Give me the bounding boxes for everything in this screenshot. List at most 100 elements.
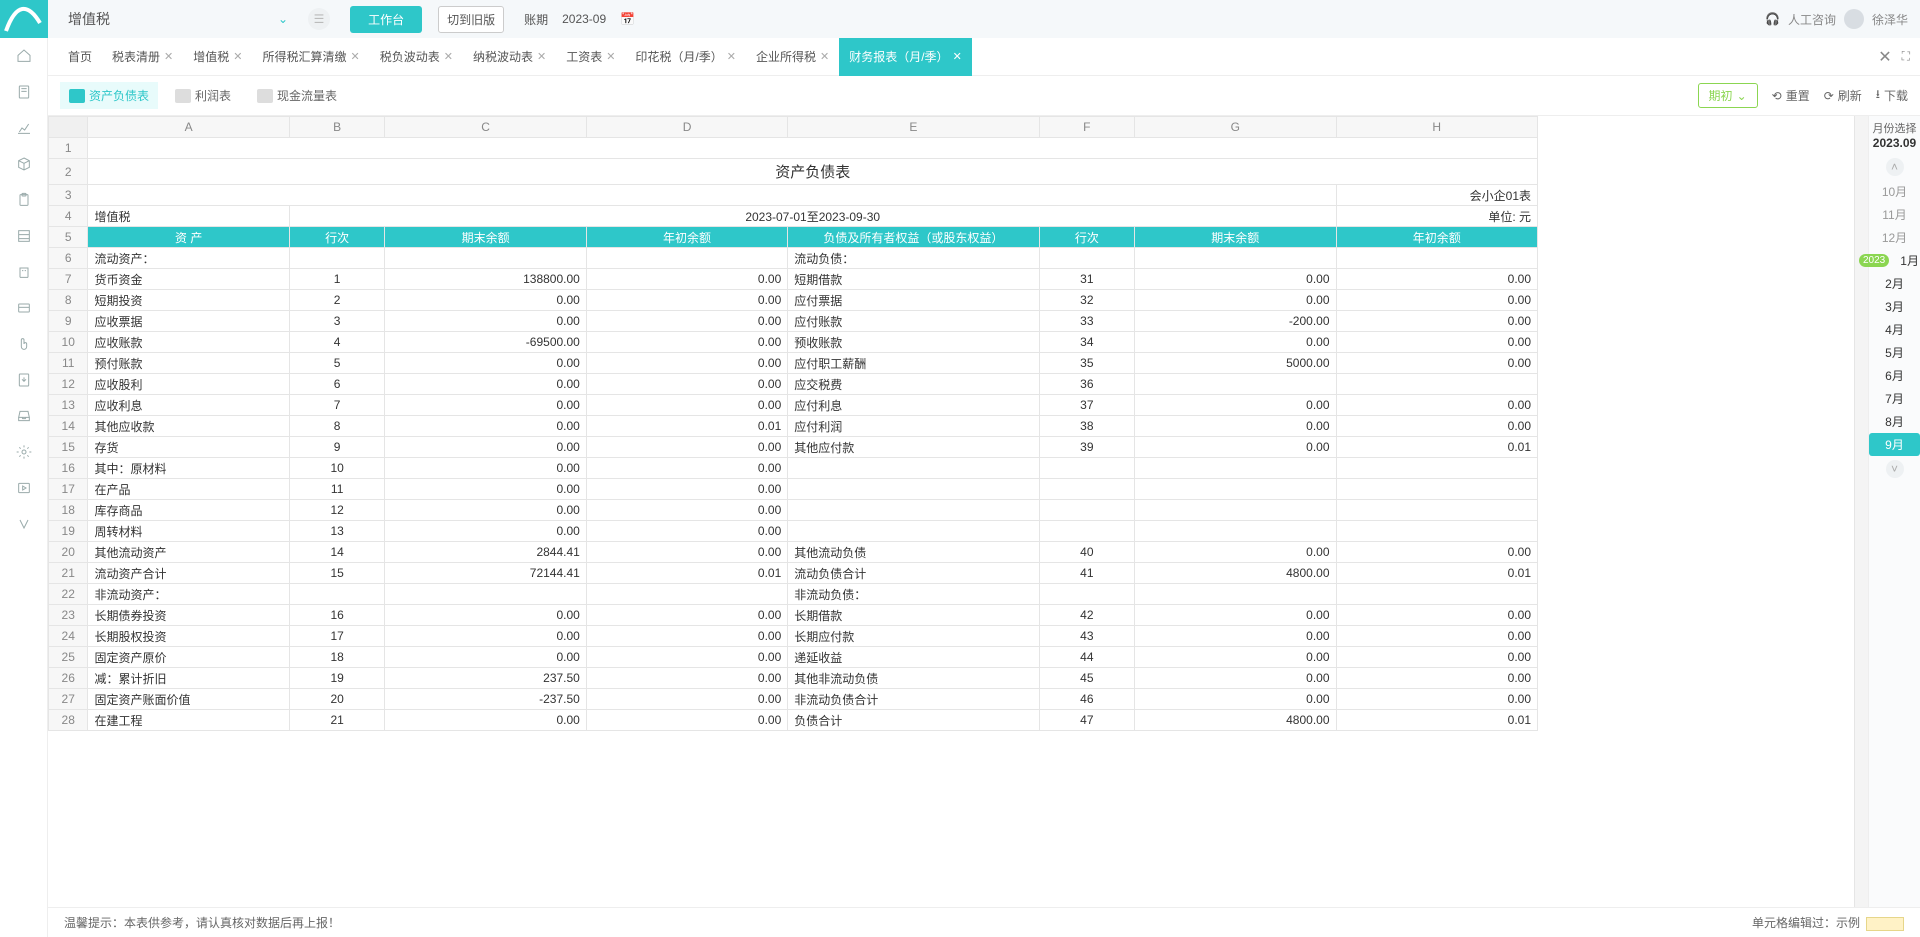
cell[interactable]: 1 bbox=[289, 269, 385, 290]
cell[interactable]: 非流动负债合计 bbox=[788, 689, 1039, 710]
month-option[interactable]: 7月 bbox=[1885, 387, 1904, 410]
cell[interactable]: 负债合计 bbox=[788, 710, 1039, 731]
col-header[interactable]: D bbox=[586, 117, 787, 138]
cell[interactable]: 4800.00 bbox=[1135, 563, 1336, 584]
cell[interactable]: 增值税 bbox=[88, 206, 289, 227]
tab-首页[interactable]: 首页 bbox=[58, 38, 102, 76]
month-option[interactable]: 5月 bbox=[1885, 341, 1904, 364]
cell[interactable]: 应交税费 bbox=[788, 374, 1039, 395]
cell[interactable]: 0.01 bbox=[1336, 437, 1537, 458]
tab-税表清册[interactable]: 税表清册✕ bbox=[102, 38, 183, 76]
cell[interactable]: 0.00 bbox=[1135, 416, 1336, 437]
month-option[interactable]: 11月 bbox=[1882, 203, 1907, 226]
nav-box-icon[interactable] bbox=[0, 146, 48, 182]
cell[interactable]: 0.00 bbox=[586, 332, 787, 353]
cell[interactable]: 37 bbox=[1039, 395, 1135, 416]
cell[interactable]: 0.00 bbox=[1336, 668, 1537, 689]
vertical-scrollbar[interactable] bbox=[1854, 116, 1868, 907]
cell[interactable] bbox=[1135, 248, 1336, 269]
close-icon[interactable]: ✕ bbox=[351, 50, 360, 63]
expand-icon[interactable]: ⛶ bbox=[1902, 49, 1910, 64]
row-header[interactable]: 5 bbox=[49, 227, 88, 248]
nav-chart-icon[interactable] bbox=[0, 110, 48, 146]
row-header[interactable]: 23 bbox=[49, 605, 88, 626]
tab-财务报表（月/季）[interactable]: 财务报表（月/季）✕ bbox=[839, 38, 972, 76]
close-icon[interactable]: ✕ bbox=[727, 50, 736, 63]
cell[interactable]: 42 bbox=[1039, 605, 1135, 626]
month-option[interactable]: 2月 bbox=[1885, 272, 1904, 295]
row-header[interactable]: 14 bbox=[49, 416, 88, 437]
cell[interactable] bbox=[1039, 521, 1135, 542]
switch-old-button[interactable]: 切到旧版 bbox=[438, 6, 504, 33]
cell[interactable]: 0.00 bbox=[1135, 689, 1336, 710]
row-header[interactable]: 13 bbox=[49, 395, 88, 416]
company-name[interactable]: 增值税 bbox=[68, 9, 110, 29]
col-header[interactable]: F bbox=[1039, 117, 1135, 138]
row-header[interactable]: 7 bbox=[49, 269, 88, 290]
cell[interactable]: 应付票据 bbox=[788, 290, 1039, 311]
cell[interactable]: 周转材料 bbox=[88, 521, 289, 542]
cell[interactable]: 预收账款 bbox=[788, 332, 1039, 353]
tab-印花税（月/季）[interactable]: 印花税（月/季）✕ bbox=[625, 38, 746, 76]
cell[interactable]: 40 bbox=[1039, 542, 1135, 563]
cell[interactable]: 0.00 bbox=[1135, 647, 1336, 668]
row-header[interactable]: 10 bbox=[49, 332, 88, 353]
nav-clipboard-icon[interactable] bbox=[0, 182, 48, 218]
tab-工资表[interactable]: 工资表✕ bbox=[556, 38, 625, 76]
row-header[interactable]: 16 bbox=[49, 458, 88, 479]
cell[interactable]: 14 bbox=[289, 542, 385, 563]
cell[interactable]: 0.00 bbox=[1336, 353, 1537, 374]
cell[interactable]: 其他流动资产 bbox=[88, 542, 289, 563]
cell[interactable]: 长期股权投资 bbox=[88, 626, 289, 647]
cell[interactable]: 5000.00 bbox=[1135, 353, 1336, 374]
cell[interactable]: 流动资产合计 bbox=[88, 563, 289, 584]
subtab-现金流量表[interactable]: 现金流量表 bbox=[248, 82, 346, 109]
row-header[interactable]: 8 bbox=[49, 290, 88, 311]
cell[interactable]: 0.00 bbox=[1135, 290, 1336, 311]
row-header[interactable]: 24 bbox=[49, 626, 88, 647]
period-value[interactable]: 2023-09 bbox=[562, 12, 606, 26]
cell[interactable] bbox=[1336, 500, 1537, 521]
cell[interactable]: 20 bbox=[289, 689, 385, 710]
cell[interactable]: 0.00 bbox=[586, 311, 787, 332]
close-icon[interactable]: ✕ bbox=[233, 50, 242, 63]
cell[interactable]: 19 bbox=[289, 668, 385, 689]
cell[interactable]: 46 bbox=[1039, 689, 1135, 710]
cell[interactable]: 0.00 bbox=[1336, 332, 1537, 353]
col-header[interactable]: G bbox=[1135, 117, 1336, 138]
cell[interactable]: 应付职工薪酬 bbox=[788, 353, 1039, 374]
cell[interactable]: 其中：原材料 bbox=[88, 458, 289, 479]
cell[interactable] bbox=[1039, 500, 1135, 521]
cell[interactable] bbox=[1336, 584, 1537, 605]
row-header[interactable]: 26 bbox=[49, 668, 88, 689]
cell[interactable]: 2 bbox=[289, 290, 385, 311]
cell[interactable]: 库存商品 bbox=[88, 500, 289, 521]
cell[interactable]: 34 bbox=[1039, 332, 1135, 353]
cell[interactable]: 0.00 bbox=[1135, 626, 1336, 647]
month-option[interactable]: 12月 bbox=[1882, 226, 1907, 249]
nav-play-icon[interactable] bbox=[0, 470, 48, 506]
row-header[interactable]: 28 bbox=[49, 710, 88, 731]
cell[interactable]: -69500.00 bbox=[385, 332, 586, 353]
cell[interactable]: 0.00 bbox=[385, 395, 586, 416]
cell[interactable]: 短期投资 bbox=[88, 290, 289, 311]
cell[interactable]: 短期借款 bbox=[788, 269, 1039, 290]
cell[interactable]: 12 bbox=[289, 500, 385, 521]
col-header[interactable]: H bbox=[1336, 117, 1537, 138]
close-icon[interactable]: ✕ bbox=[164, 50, 173, 63]
close-icon[interactable]: ✕ bbox=[820, 50, 829, 63]
cell[interactable] bbox=[1039, 248, 1135, 269]
cell[interactable]: 0.00 bbox=[385, 605, 586, 626]
cell[interactable]: 流动负债： bbox=[788, 248, 1039, 269]
cell[interactable] bbox=[88, 185, 1336, 206]
cell[interactable]: 0.00 bbox=[586, 542, 787, 563]
nav-grid-icon[interactable] bbox=[0, 218, 48, 254]
nav-home-icon[interactable] bbox=[0, 38, 48, 74]
cell[interactable]: 4 bbox=[289, 332, 385, 353]
nav-export-icon[interactable] bbox=[0, 362, 48, 398]
nav-gear-icon[interactable] bbox=[0, 434, 48, 470]
calendar-icon[interactable]: 📅 bbox=[620, 12, 635, 26]
cell[interactable]: 0.01 bbox=[586, 563, 787, 584]
month-option[interactable]: 3月 bbox=[1885, 295, 1904, 318]
cell[interactable]: 减：累计折旧 bbox=[88, 668, 289, 689]
